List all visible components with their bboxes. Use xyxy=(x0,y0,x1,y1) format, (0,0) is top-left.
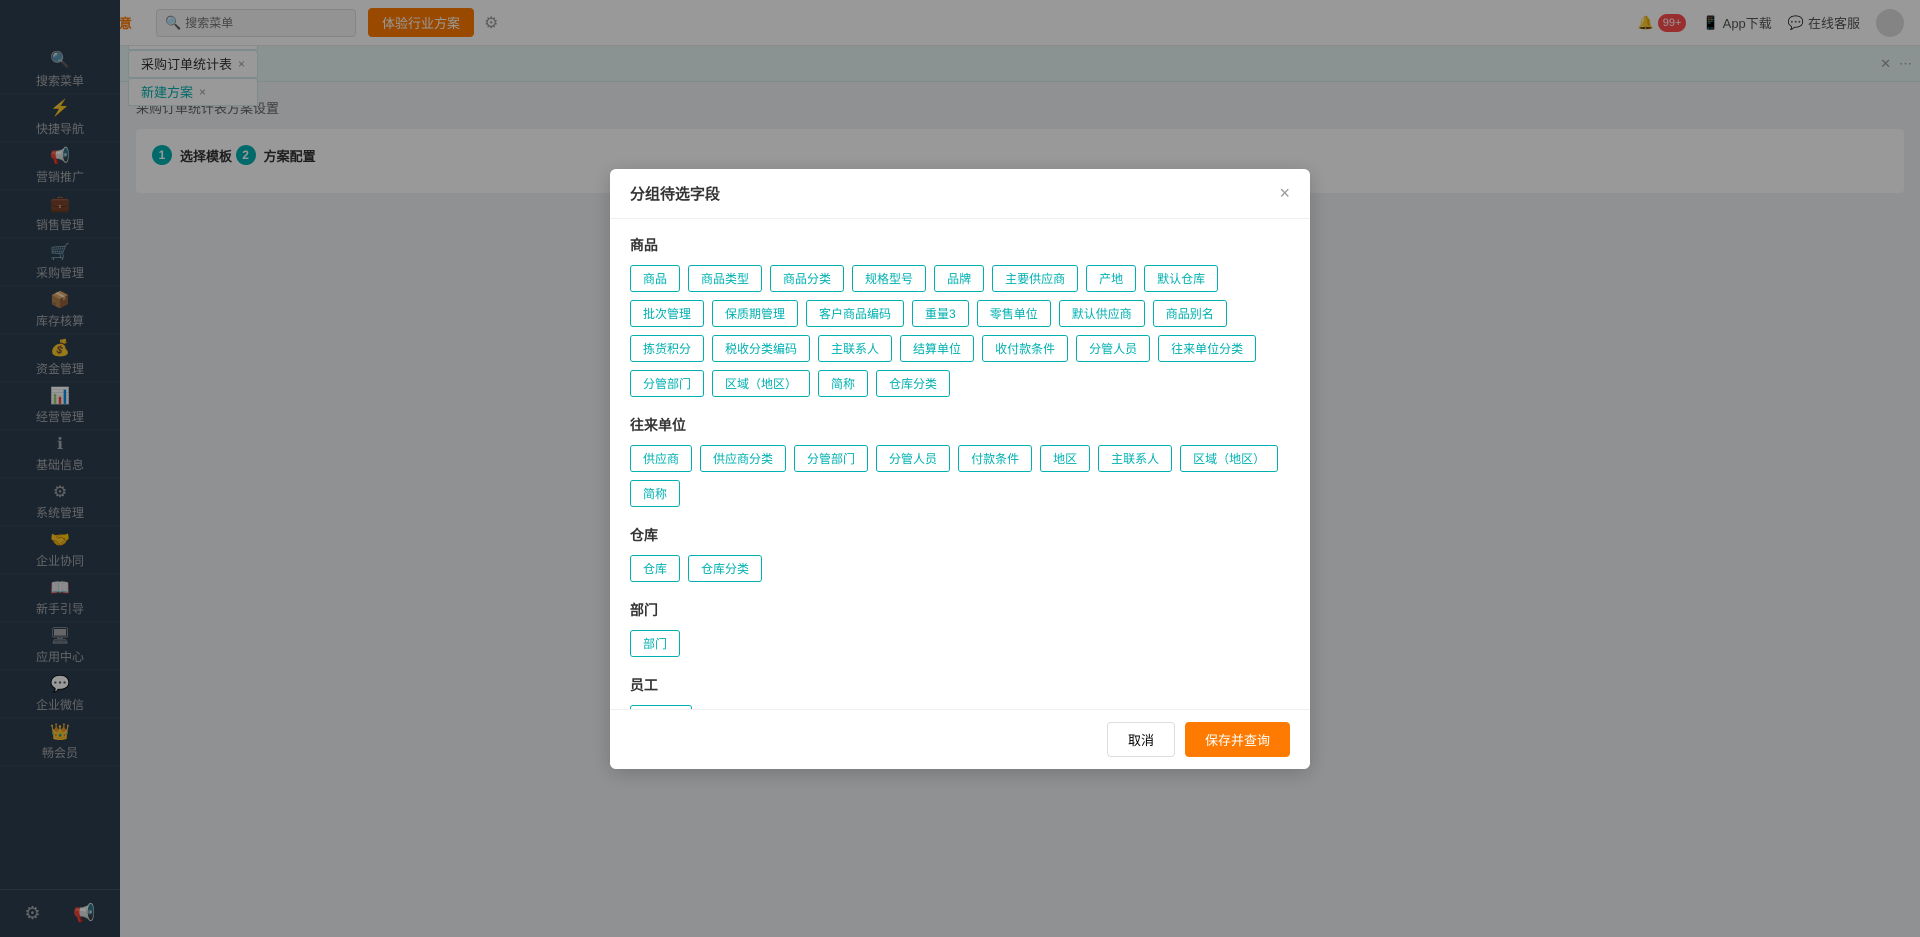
field-tag-1-7[interactable]: 区域（地区） xyxy=(1180,445,1278,472)
field-tag-0-24[interactable]: 简称 xyxy=(818,370,868,397)
field-tag-0-20[interactable]: 分管人员 xyxy=(1076,335,1150,362)
field-tag-0-0[interactable]: 商品 xyxy=(630,265,680,292)
modal-title: 分组待选字段 xyxy=(630,183,720,204)
field-tag-0-12[interactable]: 零售单位 xyxy=(977,300,1051,327)
field-section-title-3: 部门 xyxy=(630,600,1290,620)
field-section-title-0: 商品 xyxy=(630,235,1290,255)
field-tag-1-4[interactable]: 付款条件 xyxy=(958,445,1032,472)
field-section-title-4: 员工 xyxy=(630,675,1290,695)
field-tag-1-1[interactable]: 供应商分类 xyxy=(700,445,786,472)
confirm-button[interactable]: 保存并查询 xyxy=(1185,722,1290,757)
field-tag-0-22[interactable]: 分管部门 xyxy=(630,370,704,397)
field-tag-0-3[interactable]: 规格型号 xyxy=(852,265,926,292)
field-section-4: 员工业务员 xyxy=(630,675,1290,709)
field-tag-1-8[interactable]: 简称 xyxy=(630,480,680,507)
field-tag-0-15[interactable]: 拣货积分 xyxy=(630,335,704,362)
field-tag-0-11[interactable]: 重量3 xyxy=(912,300,969,327)
field-tag-0-23[interactable]: 区域（地区） xyxy=(712,370,810,397)
field-tag-0-4[interactable]: 品牌 xyxy=(934,265,984,292)
field-tag-0-2[interactable]: 商品分类 xyxy=(770,265,844,292)
cancel-button[interactable]: 取消 xyxy=(1107,722,1175,757)
field-tags-0: 商品商品类型商品分类规格型号品牌主要供应商产地默认仓库批次管理保质期管理客户商品… xyxy=(630,265,1290,397)
field-tag-2-1[interactable]: 仓库分类 xyxy=(688,555,762,582)
field-tag-1-6[interactable]: 主联系人 xyxy=(1098,445,1172,472)
field-tags-3: 部门 xyxy=(630,630,1290,657)
field-tag-1-2[interactable]: 分管部门 xyxy=(794,445,868,472)
field-section-3: 部门部门 xyxy=(630,600,1290,657)
field-tag-0-7[interactable]: 默认仓库 xyxy=(1144,265,1218,292)
field-tag-1-3[interactable]: 分管人员 xyxy=(876,445,950,472)
field-section-0: 商品商品商品类型商品分类规格型号品牌主要供应商产地默认仓库批次管理保质期管理客户… xyxy=(630,235,1290,397)
field-tag-0-25[interactable]: 仓库分类 xyxy=(876,370,950,397)
field-section-2: 仓库仓库仓库分类 xyxy=(630,525,1290,582)
field-tag-1-5[interactable]: 地区 xyxy=(1040,445,1090,472)
field-tag-0-21[interactable]: 往来单位分类 xyxy=(1158,335,1256,362)
field-tag-0-14[interactable]: 商品别名 xyxy=(1153,300,1227,327)
field-tag-0-9[interactable]: 保质期管理 xyxy=(712,300,798,327)
modal-overlay: 分组待选字段 × 商品商品商品类型商品分类规格型号品牌主要供应商产地默认仓库批次… xyxy=(0,0,1920,937)
field-tag-0-5[interactable]: 主要供应商 xyxy=(992,265,1078,292)
modal-close-button[interactable]: × xyxy=(1279,183,1290,204)
field-tag-3-0[interactable]: 部门 xyxy=(630,630,680,657)
field-tag-0-10[interactable]: 客户商品编码 xyxy=(806,300,904,327)
field-tag-0-8[interactable]: 批次管理 xyxy=(630,300,704,327)
field-tag-0-13[interactable]: 默认供应商 xyxy=(1059,300,1145,327)
field-tags-1: 供应商供应商分类分管部门分管人员付款条件地区主联系人区域（地区） 简称 xyxy=(630,445,1290,507)
field-section-title-2: 仓库 xyxy=(630,525,1290,545)
field-tag-1-0[interactable]: 供应商 xyxy=(630,445,692,472)
field-tag-0-6[interactable]: 产地 xyxy=(1086,265,1136,292)
modal-footer: 取消 保存并查询 xyxy=(610,709,1310,769)
field-tag-0-18[interactable]: 结算单位 xyxy=(900,335,974,362)
field-tag-2-0[interactable]: 仓库 xyxy=(630,555,680,582)
modal: 分组待选字段 × 商品商品商品类型商品分类规格型号品牌主要供应商产地默认仓库批次… xyxy=(610,169,1310,769)
modal-header: 分组待选字段 × xyxy=(610,169,1310,219)
field-tag-0-1[interactable]: 商品类型 xyxy=(688,265,762,292)
field-tag-0-17[interactable]: 主联系人 xyxy=(818,335,892,362)
field-tag-0-16[interactable]: 税收分类编码 xyxy=(712,335,810,362)
field-tag-0-19[interactable]: 收付款条件 xyxy=(982,335,1068,362)
field-section-title-1: 往来单位 xyxy=(630,415,1290,435)
modal-body: 商品商品商品类型商品分类规格型号品牌主要供应商产地默认仓库批次管理保质期管理客户… xyxy=(610,219,1310,709)
field-tags-2: 仓库仓库分类 xyxy=(630,555,1290,582)
field-section-1: 往来单位供应商供应商分类分管部门分管人员付款条件地区主联系人区域（地区） 简称 xyxy=(630,415,1290,507)
